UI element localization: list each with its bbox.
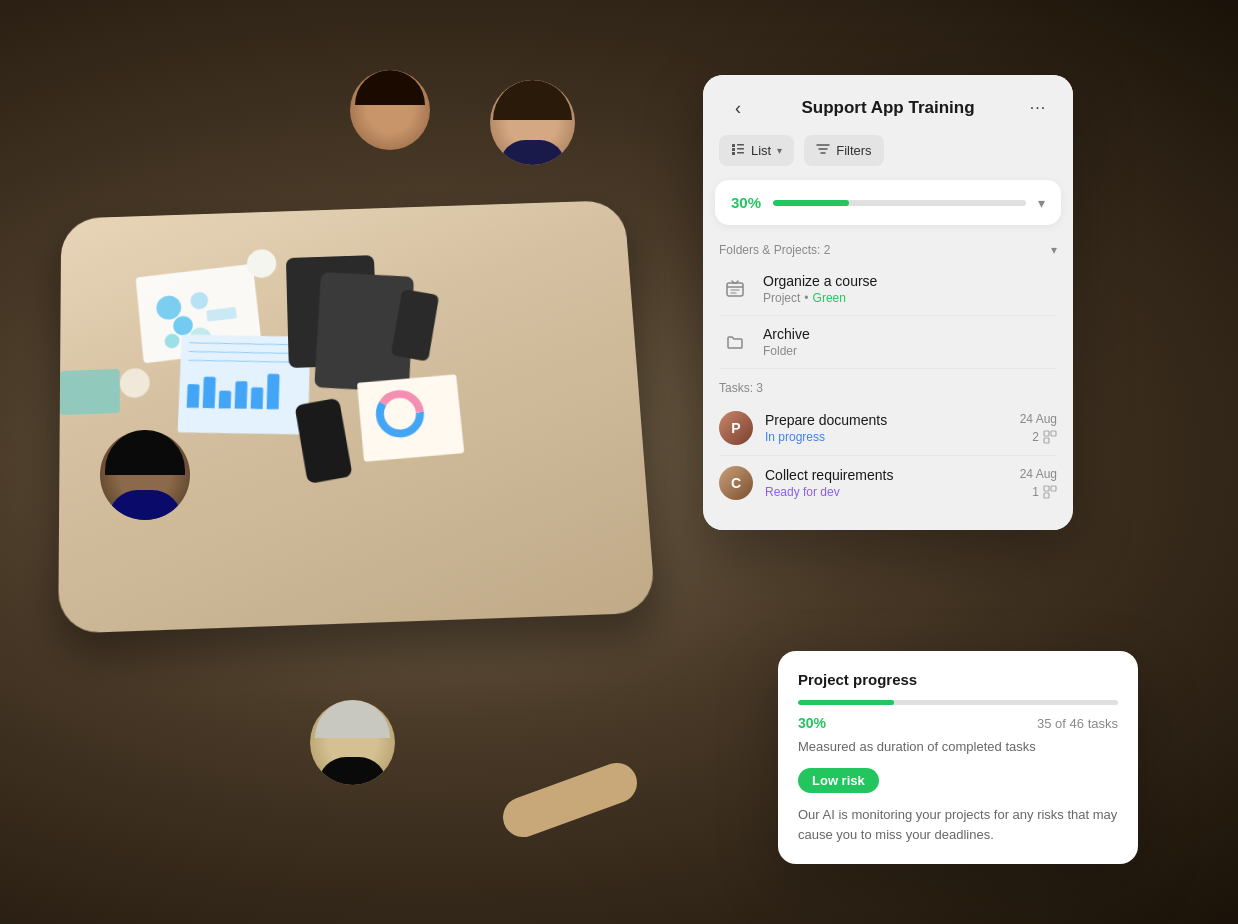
avatar-2: C xyxy=(719,466,753,500)
progress-stats: 30% 35 of 46 tasks xyxy=(798,715,1118,731)
folder-item-content: Organize a course Project • Green xyxy=(763,273,1057,305)
list-chevron-icon: ▾ xyxy=(777,145,782,156)
table-surface xyxy=(58,200,656,634)
subtask-icon-2 xyxy=(1043,485,1057,499)
project-tag-label: Green xyxy=(813,291,846,305)
task-1-title: Prepare documents xyxy=(765,412,1008,428)
toolbar: List ▾ Filters xyxy=(703,135,1073,180)
filters-label: Filters xyxy=(836,143,871,158)
svg-rect-9 xyxy=(1044,431,1049,436)
progress-tasks-count: 35 of 46 tasks xyxy=(1037,716,1118,731)
folders-section-label: Folders & Projects: 2 xyxy=(719,243,830,257)
app-title: Support App Training xyxy=(801,98,974,118)
folder-icon xyxy=(719,326,751,358)
back-button[interactable]: ‹ xyxy=(723,93,753,123)
task-1-count: 2 xyxy=(1032,430,1057,444)
progress-chevron-icon[interactable]: ▾ xyxy=(1038,195,1045,211)
list-button[interactable]: List ▾ xyxy=(719,135,794,166)
task-1-meta: 24 Aug 2 xyxy=(1020,412,1057,444)
archive-item-title: Archive xyxy=(763,326,1057,342)
task-2-meta: 24 Aug 1 xyxy=(1020,467,1057,499)
avatar-1: P xyxy=(719,411,753,445)
progress-card-bar xyxy=(798,700,1118,705)
svg-rect-12 xyxy=(1044,486,1049,491)
project-progress-card: Project progress 30% 35 of 46 tasks Meas… xyxy=(778,651,1138,864)
folder-item-subtitle: Project • Green xyxy=(763,291,1057,305)
progress-description: Measured as duration of completed tasks xyxy=(798,739,1118,754)
svg-rect-14 xyxy=(1044,493,1049,498)
svg-rect-6 xyxy=(732,152,735,155)
bullet-separator: • xyxy=(804,291,808,305)
svg-rect-10 xyxy=(1051,431,1056,436)
tasks-section-header: Tasks: 3 xyxy=(703,373,1073,401)
task-item-prepare[interactable]: P Prepare documents In progress 24 Aug 2 xyxy=(703,401,1073,455)
archive-item-content: Archive Folder xyxy=(763,326,1057,358)
list-label: List xyxy=(751,143,771,158)
task-2-content: Collect requirements Ready for dev xyxy=(765,467,1008,499)
avatar-image-2: C xyxy=(719,466,753,500)
folder-item-archive[interactable]: Archive Folder xyxy=(703,316,1073,368)
svg-rect-7 xyxy=(737,152,744,154)
app-card: ‹ Support App Training ··· List ▾ xyxy=(703,75,1073,530)
folder-item-organize[interactable]: Organize a course Project • Green xyxy=(703,263,1073,315)
progress-percentage: 30% xyxy=(731,194,761,211)
filters-button[interactable]: Filters xyxy=(804,135,883,166)
progress-bar xyxy=(773,200,1026,206)
tasks-section-label: Tasks: 3 xyxy=(719,381,763,395)
progress-ai-text: Our AI is monitoring your projects for a… xyxy=(798,805,1118,844)
filter-icon xyxy=(816,142,830,159)
task-2-title: Collect requirements xyxy=(765,467,1008,483)
task-2-date: 24 Aug xyxy=(1020,467,1057,481)
project-icon xyxy=(719,273,751,305)
archive-item-subtitle: Folder xyxy=(763,344,1057,358)
risk-badge: Low risk xyxy=(798,768,879,793)
progress-card-percentage: 30% xyxy=(798,715,826,731)
avatar-image-1: P xyxy=(719,411,753,445)
more-button[interactable]: ··· xyxy=(1023,93,1053,123)
subtask-icon xyxy=(1043,430,1057,444)
folder-item-title: Organize a course xyxy=(763,273,1057,289)
folder-type-label: Folder xyxy=(763,344,797,358)
progress-card-title: Project progress xyxy=(798,671,1118,688)
task-2-count: 1 xyxy=(1032,485,1057,499)
task-2-status: Ready for dev xyxy=(765,485,1008,499)
task-1-status: In progress xyxy=(765,430,1008,444)
task-1-date: 24 Aug xyxy=(1020,412,1057,426)
project-type-label: Project xyxy=(763,291,800,305)
card-fade-bottom xyxy=(703,510,1073,530)
app-header: ‹ Support App Training ··· xyxy=(703,75,1073,135)
svg-rect-13 xyxy=(1051,486,1056,491)
folders-section-header: Folders & Projects: 2 ▾ xyxy=(703,235,1073,263)
list-icon xyxy=(731,142,745,159)
task-item-collect[interactable]: C Collect requirements Ready for dev 24 … xyxy=(703,456,1073,510)
folders-chevron-icon[interactable]: ▾ xyxy=(1051,243,1057,257)
divider-2 xyxy=(719,368,1057,369)
progress-card-fill xyxy=(798,700,894,705)
svg-rect-4 xyxy=(732,148,735,151)
svg-rect-2 xyxy=(732,144,735,147)
task-1-content: Prepare documents In progress xyxy=(765,412,1008,444)
svg-rect-5 xyxy=(737,148,744,150)
svg-rect-11 xyxy=(1044,438,1049,443)
progress-bar-fill xyxy=(773,200,849,206)
progress-banner[interactable]: 30% ▾ xyxy=(715,180,1061,225)
svg-rect-3 xyxy=(737,144,744,146)
